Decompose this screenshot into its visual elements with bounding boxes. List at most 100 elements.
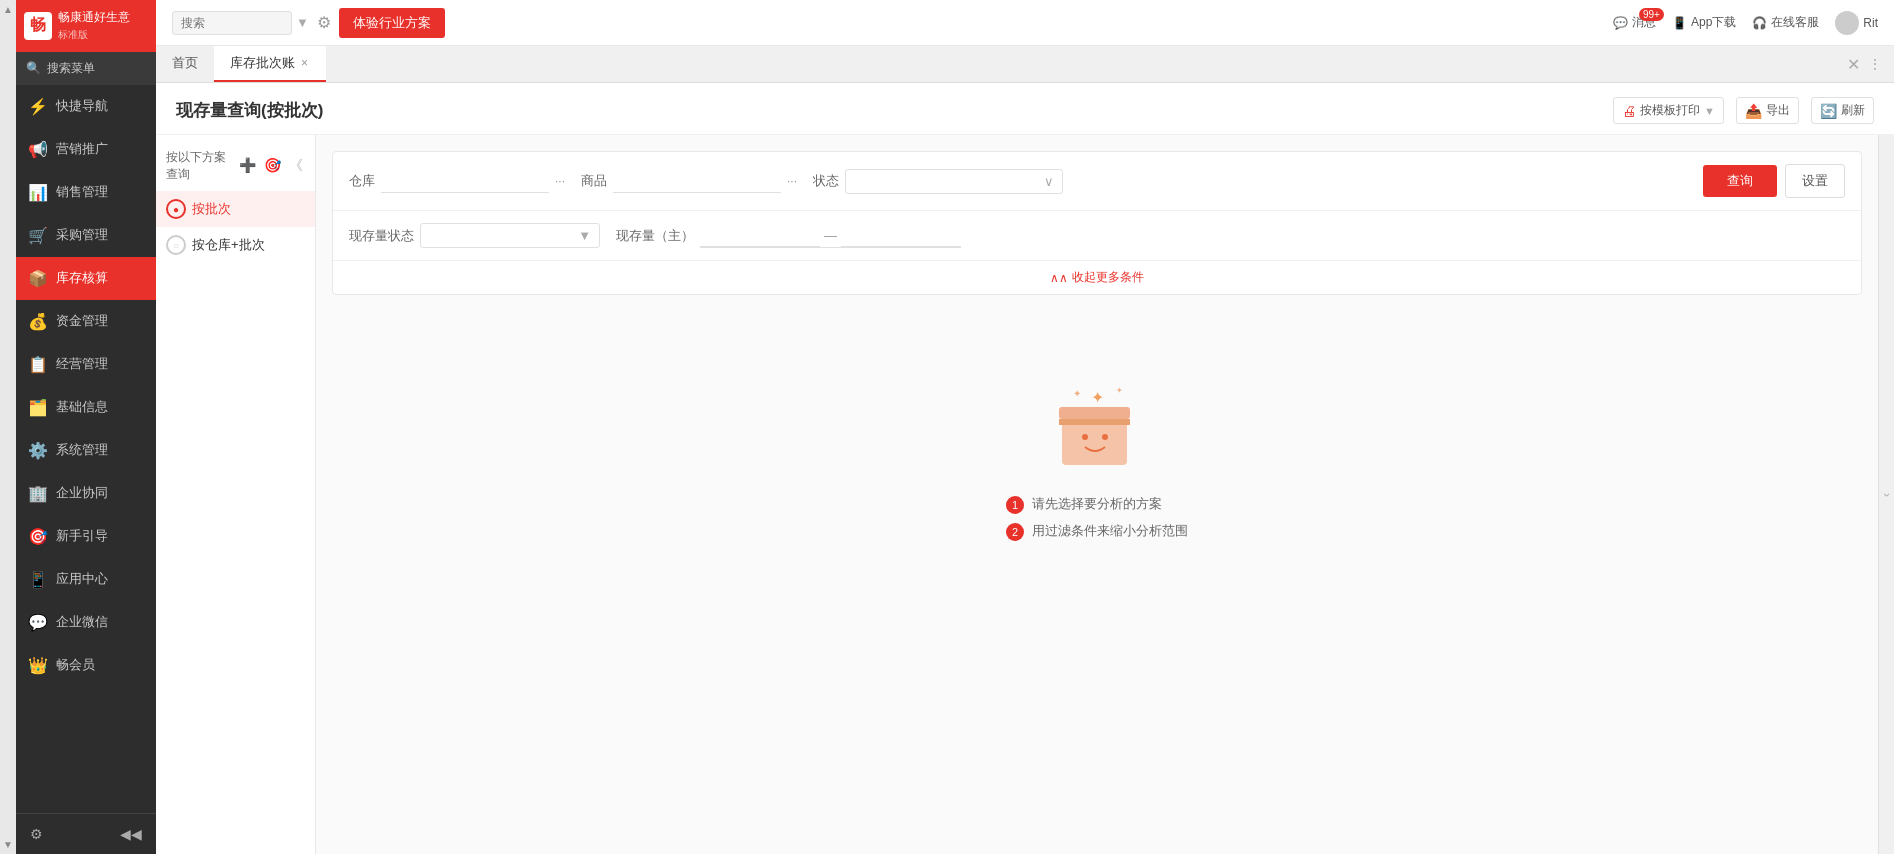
plan-item-batch[interactable]: ● 按批次	[156, 191, 315, 227]
svg-point-7	[1102, 434, 1108, 440]
user-avatar	[1835, 11, 1859, 35]
sidebar-item-purchase[interactable]: 🛒 采购管理	[16, 214, 156, 257]
online-service-btn[interactable]: 🎧 在线客服	[1752, 14, 1819, 31]
sidebar-nav: ⚡ 快捷导航 📢 营销推广 📊 销售管理 🛒 采购管理 📦 库存核算 💰 资金管…	[16, 85, 156, 813]
sidebar-search[interactable]: 🔍 搜索菜单	[16, 52, 156, 85]
collapse-footer-btn[interactable]: ◀◀	[116, 822, 146, 846]
stock-qty-min[interactable]	[700, 223, 820, 247]
stock-qty-range: —	[700, 223, 961, 248]
sidebar-item-label: 企业协同	[56, 484, 108, 502]
stock-qty-max[interactable]	[841, 223, 961, 247]
filter-stock-status: 现存量状态 ▼	[349, 223, 600, 248]
sidebar-item-operations[interactable]: 📋 经营管理	[16, 343, 156, 386]
scroll-down-arrow[interactable]: ▼	[0, 835, 16, 854]
sidebar-item-apps[interactable]: 📱 应用中心	[16, 558, 156, 601]
sidebar-item-guide[interactable]: 🎯 新手引导	[16, 515, 156, 558]
message-btn[interactable]: 💬 消息 99+	[1613, 14, 1656, 31]
scroll-up-arrow[interactable]: ▲	[0, 0, 16, 19]
search-icon: 🔍	[26, 61, 41, 75]
refresh-label: 刷新	[1841, 102, 1865, 119]
left-panel-actions: ➕ 🎯 《	[237, 155, 305, 177]
app-download-btn[interactable]: 📱 App下载	[1672, 14, 1736, 31]
page-header: 现存量查询(按批次) 🖨 按模板打印 ▼ 📤 导出 🔄 刷新	[156, 83, 1894, 135]
topbar-search-input[interactable]	[172, 11, 292, 35]
sidebar-scroll: ▲ ▼	[0, 0, 16, 854]
app-download-label: App下载	[1691, 14, 1736, 31]
filter-stock-qty: 现存量（主） —	[616, 223, 961, 248]
print-dropdown-icon[interactable]: ▼	[1704, 105, 1715, 117]
status-dropdown-icon: ∨	[1044, 174, 1054, 189]
sales-icon: 📊	[28, 183, 48, 202]
operations-icon: 📋	[28, 355, 48, 374]
sidebar-item-marketing[interactable]: 📢 营销推广	[16, 128, 156, 171]
left-panel-title: 按以下方案查询	[166, 149, 237, 183]
product-more-icon[interactable]: ···	[787, 174, 797, 188]
warehouse-more-icon[interactable]: ···	[555, 174, 565, 188]
finance-icon: 💰	[28, 312, 48, 331]
stock-status-select[interactable]: ▼	[420, 223, 600, 248]
topbar: ▼ ⚙ 体验行业方案 💬 消息 99+ 📱 App下载 🎧 在线客服 Rit	[156, 0, 1894, 46]
settings-button[interactable]: 设置	[1785, 164, 1845, 198]
hint-num-2: 2	[1006, 523, 1024, 541]
sidebar-header: 畅 畅康通好生意 标准版	[16, 0, 156, 52]
expand-icon[interactable]: ⋮	[1868, 56, 1882, 72]
hint-item-2: 2 用过滤条件来缩小分析范围	[1006, 522, 1188, 541]
sidebar-item-shortcut[interactable]: ⚡ 快捷导航	[16, 85, 156, 128]
user-menu[interactable]: Rit	[1835, 11, 1878, 35]
warehouse-input[interactable]	[381, 169, 549, 193]
trial-button[interactable]: 体验行业方案	[339, 8, 445, 38]
topbar-right: 💬 消息 99+ 📱 App下载 🎧 在线客服 Rit	[1613, 11, 1878, 35]
sidebar-item-member[interactable]: 👑 畅会员	[16, 644, 156, 687]
status-select[interactable]: ∨	[845, 169, 1063, 194]
svg-rect-1	[1059, 407, 1130, 419]
topbar-search-area: ▼	[172, 11, 309, 35]
sidebar-item-label: 资金管理	[56, 312, 108, 330]
search-dropdown-icon[interactable]: ▼	[296, 15, 309, 30]
sidebar-item-label: 销售管理	[56, 183, 108, 201]
settings-topbar-icon[interactable]: ⚙	[317, 13, 331, 32]
empty-svg: ✦ ✦ ✦	[1047, 375, 1147, 475]
sidebar-item-system[interactable]: ⚙️ 系统管理	[16, 429, 156, 472]
svg-text:✦: ✦	[1091, 389, 1104, 406]
app-title: 畅康通好生意	[58, 10, 130, 26]
sidebar-item-sales[interactable]: 📊 销售管理	[16, 171, 156, 214]
refresh-btn[interactable]: 🔄 刷新	[1811, 97, 1874, 124]
product-label: 商品	[581, 172, 607, 190]
page-actions: 🖨 按模板打印 ▼ 📤 导出 🔄 刷新	[1613, 97, 1874, 124]
shortcut-icon: ⚡	[28, 97, 48, 116]
svg-point-6	[1082, 434, 1088, 440]
plan-item-warehouse-batch[interactable]: ○ 按仓库+批次	[156, 227, 315, 263]
plan-settings-btn[interactable]: 🎯	[262, 155, 283, 177]
svg-text:✦: ✦	[1073, 388, 1081, 399]
sidebar-item-wechat[interactable]: 💬 企业微信	[16, 601, 156, 644]
sidebar-item-finance[interactable]: 💰 资金管理	[16, 300, 156, 343]
tab-batch-close[interactable]: ×	[299, 56, 310, 70]
main-area: ▼ ⚙ 体验行业方案 💬 消息 99+ 📱 App下载 🎧 在线客服 Rit	[156, 0, 1894, 854]
product-input[interactable]	[613, 169, 781, 193]
filter-collapse-btn[interactable]: ∧∧ 收起更多条件	[333, 261, 1861, 294]
tab-home[interactable]: 首页	[156, 46, 214, 82]
export-label: 导出	[1766, 102, 1790, 119]
stock-qty-separator: —	[824, 228, 837, 243]
sidebar-item-label: 基础信息	[56, 398, 108, 416]
filter-product: 商品 ···	[581, 169, 797, 193]
sidebar-item-basic[interactable]: 🗂️ 基础信息	[16, 386, 156, 429]
query-button[interactable]: 查询	[1703, 165, 1777, 197]
plan-label-warehouse-batch: 按仓库+批次	[192, 236, 265, 254]
export-btn[interactable]: 📤 导出	[1736, 97, 1799, 124]
close-panel-icon[interactable]: ✕	[1847, 55, 1860, 74]
right-edge-collapse-btn[interactable]: ›	[1878, 135, 1894, 854]
print-btn[interactable]: 🖨 按模板打印 ▼	[1613, 97, 1724, 124]
sidebar-item-enterprise[interactable]: 🏢 企业协同	[16, 472, 156, 515]
print-label: 按模板打印	[1640, 102, 1700, 119]
sidebar-item-inventory[interactable]: 📦 库存核算	[16, 257, 156, 300]
add-plan-btn[interactable]: ➕	[237, 155, 258, 177]
body-layout: 按以下方案查询 ➕ 🎯 《 ● 按批次 ○ 按仓库+批次	[156, 135, 1894, 854]
collapse-left-panel-btn[interactable]: 《	[287, 155, 305, 177]
settings-footer-btn[interactable]: ⚙	[26, 822, 47, 846]
tab-batch[interactable]: 库存批次账 ×	[214, 46, 326, 82]
right-panel: 仓库 ··· 商品 ··· 状态	[316, 135, 1878, 854]
search-label: 搜索菜单	[47, 60, 95, 77]
headset-icon: 🎧	[1752, 16, 1767, 30]
hint-text-2: 用过滤条件来缩小分析范围	[1032, 522, 1188, 540]
